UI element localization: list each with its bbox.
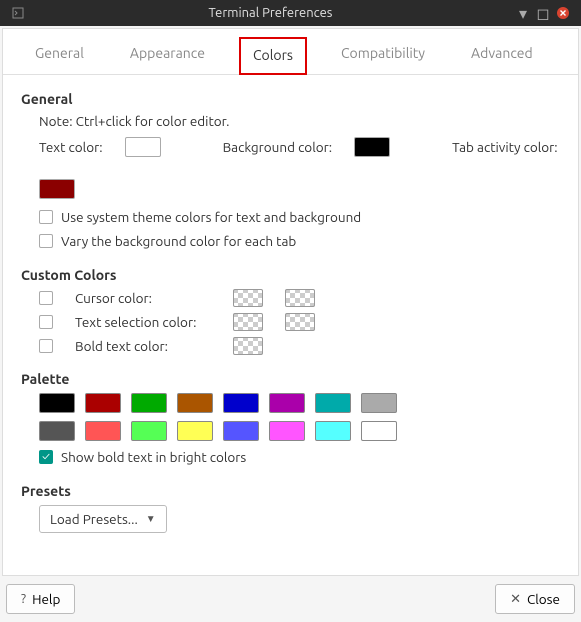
bold-color-label: Bold text color: <box>75 338 215 354</box>
selection-color-checkbox[interactable] <box>39 315 53 329</box>
section-presets: Presets <box>21 483 560 499</box>
palette-color-1-1[interactable] <box>85 421 121 441</box>
selection-color-bg-swatch[interactable] <box>285 313 315 331</box>
close-button-label: Close <box>527 591 560 607</box>
load-presets-label: Load Presets... <box>50 511 138 527</box>
palette-color-0-6[interactable] <box>315 393 351 413</box>
palette-color-0-3[interactable] <box>177 393 213 413</box>
text-color-swatch[interactable] <box>125 137 161 157</box>
cursor-color-checkbox[interactable] <box>39 291 53 305</box>
text-color-label: Text color: <box>39 139 103 155</box>
color-controls-row: Text color: Background color: Tab activi… <box>39 137 560 199</box>
use-system-theme-checkbox[interactable] <box>39 210 53 224</box>
vary-background-checkbox[interactable] <box>39 234 53 248</box>
help-button-label: Help <box>32 591 60 607</box>
cursor-color-fg-swatch[interactable] <box>233 289 263 307</box>
app-icon <box>11 6 25 20</box>
tab-activity-color-label: Tab activity color: <box>452 139 558 155</box>
palette-row-2 <box>39 421 560 441</box>
use-system-theme-label: Use system theme colors for text and bac… <box>61 209 361 225</box>
tab-content: General Note: Ctrl+click for color edito… <box>3 75 578 545</box>
load-presets-dropdown[interactable]: Load Presets... ▼ <box>39 505 167 533</box>
window-title: Terminal Preferences <box>28 6 513 20</box>
minimize-icon[interactable]: ▾ <box>516 6 530 20</box>
selection-color-label: Text selection color: <box>75 314 215 330</box>
tabs: General Appearance Colors Compatibility … <box>3 29 578 75</box>
help-button[interactable]: ? Help <box>6 584 75 614</box>
palette-color-1-0[interactable] <box>39 421 75 441</box>
vary-background-row: Vary the background color for each tab <box>39 233 560 249</box>
cursor-color-bg-swatch[interactable] <box>285 289 315 307</box>
show-bold-bright-row: Show bold text in bright colors <box>39 449 560 465</box>
background-color-label: Background color: <box>223 139 333 155</box>
general-note: Note: Ctrl+click for color editor. <box>39 113 560 129</box>
palette-color-1-4[interactable] <box>223 421 259 441</box>
tab-colors[interactable]: Colors <box>239 37 307 75</box>
show-bold-bright-label: Show bold text in bright colors <box>61 449 246 465</box>
tab-appearance[interactable]: Appearance <box>118 37 217 74</box>
maximize-icon[interactable]: ◻ <box>536 6 550 20</box>
palette-color-0-0[interactable] <box>39 393 75 413</box>
palette-color-1-3[interactable] <box>177 421 213 441</box>
help-icon: ? <box>21 592 26 606</box>
show-bold-bright-checkbox[interactable] <box>39 450 53 464</box>
footer: ? Help ✕ Close <box>0 578 581 622</box>
section-palette: Palette <box>21 371 560 387</box>
bold-color-checkbox[interactable] <box>39 339 53 353</box>
palette-color-0-7[interactable] <box>361 393 397 413</box>
main-panel: General Appearance Colors Compatibility … <box>2 28 579 576</box>
use-system-theme-row: Use system theme colors for text and bac… <box>39 209 560 225</box>
titlebar: Terminal Preferences ▾ ◻ <box>0 0 581 26</box>
palette-color-0-4[interactable] <box>223 393 259 413</box>
palette-color-0-5[interactable] <box>269 393 305 413</box>
palette-row-1 <box>39 393 560 413</box>
tab-advanced[interactable]: Advanced <box>459 37 545 74</box>
tab-activity-color-swatch[interactable] <box>39 179 75 199</box>
close-x-icon: ✕ <box>510 592 521 607</box>
selection-color-row: Text selection color: <box>39 313 560 331</box>
window-content: General Appearance Colors Compatibility … <box>0 26 581 622</box>
cursor-color-row: Cursor color: <box>39 289 560 307</box>
palette-color-1-6[interactable] <box>315 421 351 441</box>
tab-general[interactable]: General <box>23 37 96 74</box>
palette-color-0-2[interactable] <box>131 393 167 413</box>
section-general: General <box>21 91 560 107</box>
close-button[interactable]: ✕ Close <box>495 584 575 614</box>
palette-color-1-2[interactable] <box>131 421 167 441</box>
cursor-color-label: Cursor color: <box>75 290 215 306</box>
close-icon[interactable] <box>556 6 570 20</box>
bold-color-row: Bold text color: <box>39 337 560 355</box>
chevron-down-icon: ▼ <box>146 513 156 525</box>
selection-color-fg-swatch[interactable] <box>233 313 263 331</box>
section-custom-colors: Custom Colors <box>21 267 560 283</box>
vary-background-label: Vary the background color for each tab <box>61 233 296 249</box>
tab-compatibility[interactable]: Compatibility <box>329 37 437 74</box>
bold-color-swatch[interactable] <box>233 337 263 355</box>
background-color-swatch[interactable] <box>354 137 390 157</box>
palette-color-1-5[interactable] <box>269 421 305 441</box>
palette-color-0-1[interactable] <box>85 393 121 413</box>
palette-color-1-7[interactable] <box>361 421 397 441</box>
